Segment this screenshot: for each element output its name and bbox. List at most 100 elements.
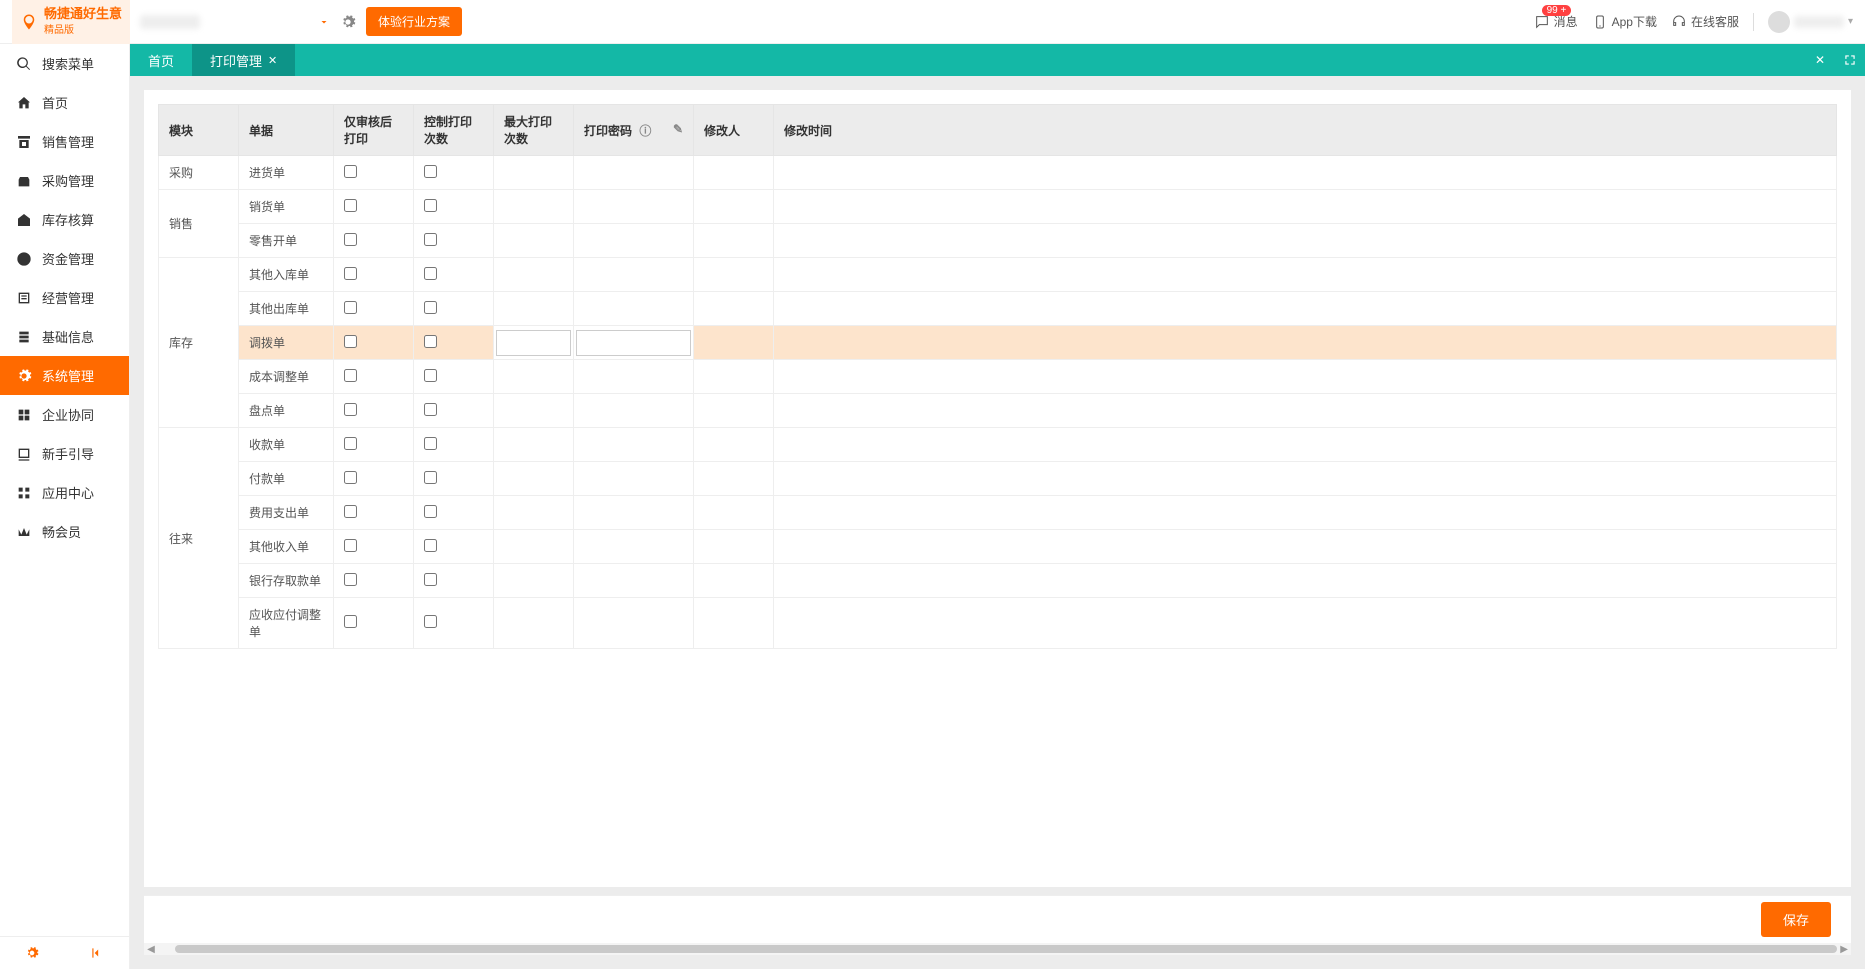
audit-only-checkbox[interactable] (344, 539, 357, 552)
sidebar-item-appcenter[interactable]: 应用中心 (0, 473, 129, 512)
scroll-left-icon[interactable]: ◀ (144, 944, 158, 955)
ctrl-count-checkbox[interactable] (424, 199, 437, 212)
sys-icon (16, 368, 32, 384)
audit-only-checkbox[interactable] (344, 335, 357, 348)
app-download-label: App下载 (1612, 13, 1657, 30)
cell-max-count (494, 394, 574, 428)
sidebar-item-label: 应用中心 (42, 483, 94, 502)
ctrl-count-checkbox[interactable] (424, 369, 437, 382)
ctrl-count-checkbox[interactable] (424, 165, 437, 178)
cell-audit-only (334, 428, 414, 462)
ctrl-count-checkbox[interactable] (424, 539, 437, 552)
app-download-button[interactable]: App下载 (1592, 13, 1657, 30)
industry-solution-button[interactable]: 体验行业方案 (366, 7, 462, 36)
max-count-input[interactable] (496, 330, 571, 356)
sidebar-item-vip[interactable]: 畅会员 (0, 512, 129, 551)
ctrl-count-checkbox[interactable] (424, 573, 437, 586)
audit-only-checkbox[interactable] (344, 267, 357, 280)
message-button[interactable]: 99 + 消息 (1534, 13, 1578, 30)
table-row[interactable]: 往来收款单 (159, 428, 1837, 462)
ctrl-count-checkbox[interactable] (424, 301, 437, 314)
table-row[interactable]: 销售销货单 (159, 190, 1837, 224)
cell-ctrl-count (414, 394, 494, 428)
sidebar-item-sales[interactable]: 销售管理 (0, 122, 129, 161)
horizontal-scrollbar[interactable]: ◀ ▶ (144, 943, 1851, 955)
settings-icon[interactable] (0, 937, 65, 969)
cell-doc: 调拨单 (239, 326, 334, 360)
audit-only-checkbox[interactable] (344, 301, 357, 314)
cell-ctrl-count (414, 496, 494, 530)
table-row[interactable]: 银行存取款单 (159, 564, 1837, 598)
password-input[interactable] (576, 330, 691, 356)
sidebar-item-search[interactable]: 搜索菜单 (0, 44, 129, 83)
close-all-tabs-icon[interactable]: ✕ (1805, 44, 1835, 76)
tab-home[interactable]: 首页 (130, 44, 192, 76)
biz-icon (16, 290, 32, 306)
sidebar-item-purchase[interactable]: 采购管理 (0, 161, 129, 200)
cell-doc: 其他收入单 (239, 530, 334, 564)
table-row[interactable]: 盘点单 (159, 394, 1837, 428)
table-row[interactable]: 费用支出单 (159, 496, 1837, 530)
cell-modifier (694, 258, 774, 292)
collapse-sidebar-icon[interactable] (65, 937, 130, 969)
sidebar-item-home[interactable]: 首页 (0, 83, 129, 122)
audit-only-checkbox[interactable] (344, 471, 357, 484)
sidebar-item-guide[interactable]: 新手引导 (0, 434, 129, 473)
audit-only-checkbox[interactable] (344, 505, 357, 518)
table-row[interactable]: 库存其他入库单 (159, 258, 1837, 292)
fullscreen-icon[interactable] (1835, 44, 1865, 76)
sidebar-item-sys[interactable]: 系统管理 (0, 356, 129, 395)
audit-only-checkbox[interactable] (344, 403, 357, 416)
audit-only-checkbox[interactable] (344, 615, 357, 628)
audit-only-checkbox[interactable] (344, 573, 357, 586)
sidebar-footer (0, 936, 129, 969)
table-row[interactable]: 其他出库单 (159, 292, 1837, 326)
ctrl-count-checkbox[interactable] (424, 615, 437, 628)
scroll-right-icon[interactable]: ▶ (1837, 944, 1851, 955)
audit-only-checkbox[interactable] (344, 437, 357, 450)
audit-only-checkbox[interactable] (344, 233, 357, 246)
gear-icon[interactable] (340, 14, 356, 30)
sidebar-item-biz[interactable]: 经营管理 (0, 278, 129, 317)
cell-doc: 进货单 (239, 156, 334, 190)
cell-doc: 银行存取款单 (239, 564, 334, 598)
ctrl-count-checkbox[interactable] (424, 403, 437, 416)
help-icon[interactable]: ⓘ (639, 124, 651, 138)
sidebar-item-coop[interactable]: 企业协同 (0, 395, 129, 434)
ctrl-count-checkbox[interactable] (424, 233, 437, 246)
cell-password (574, 598, 694, 649)
ctrl-count-checkbox[interactable] (424, 335, 437, 348)
table-row[interactable]: 应收应付调整单 (159, 598, 1837, 649)
audit-only-checkbox[interactable] (344, 199, 357, 212)
close-icon[interactable]: ✕ (268, 54, 277, 67)
cell-audit-only (334, 190, 414, 224)
save-button[interactable]: 保存 (1761, 902, 1831, 937)
ctrl-count-checkbox[interactable] (424, 505, 437, 518)
account-selector[interactable] (140, 15, 330, 29)
audit-only-checkbox[interactable] (344, 369, 357, 382)
topbar: 畅捷通好生意 精品版 体验行业方案 99 + 消息 App下载 在线客服 ▾ (0, 0, 1865, 44)
chevron-down-icon (318, 16, 330, 28)
table-row[interactable]: 其他收入单 (159, 530, 1837, 564)
sidebar-item-stock[interactable]: 库存核算 (0, 200, 129, 239)
ctrl-count-checkbox[interactable] (424, 437, 437, 450)
table-row[interactable]: 调拨单 (159, 326, 1837, 360)
user-menu[interactable]: ▾ (1768, 11, 1853, 33)
table-row[interactable]: 成本调整单 (159, 360, 1837, 394)
tab-print-management[interactable]: 打印管理 ✕ (192, 44, 295, 76)
cell-audit-only (334, 598, 414, 649)
sidebar-item-base[interactable]: 基础信息 (0, 317, 129, 356)
table-row[interactable]: 付款单 (159, 462, 1837, 496)
ctrl-count-checkbox[interactable] (424, 471, 437, 484)
table-row[interactable]: 零售开单 (159, 224, 1837, 258)
cell-mod-time (774, 598, 1837, 649)
cell-audit-only (334, 530, 414, 564)
sidebar-item-fund[interactable]: 资金管理 (0, 239, 129, 278)
ctrl-count-checkbox[interactable] (424, 267, 437, 280)
scroll-thumb[interactable] (175, 945, 1837, 953)
sidebar-item-label: 搜索菜单 (42, 54, 94, 73)
edit-icon[interactable]: ✎ (673, 122, 683, 136)
table-row[interactable]: 采购进货单 (159, 156, 1837, 190)
audit-only-checkbox[interactable] (344, 165, 357, 178)
online-service-button[interactable]: 在线客服 (1671, 13, 1739, 30)
